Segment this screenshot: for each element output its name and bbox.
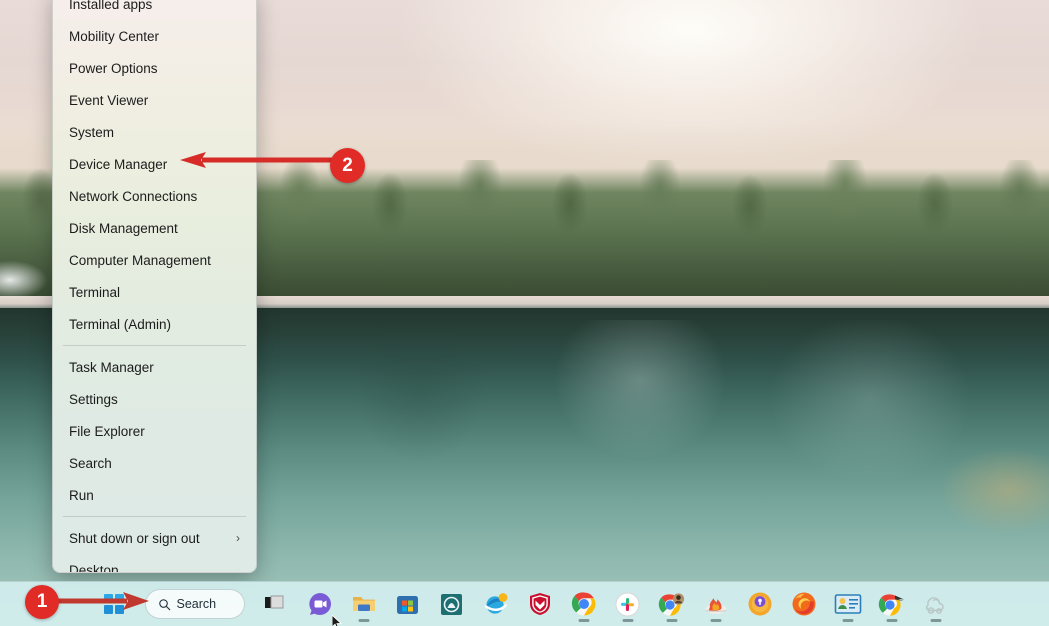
menu-item-label: Run [69, 487, 94, 503]
menu-item-settings[interactable]: Settings [53, 383, 256, 415]
password-manager-button[interactable] [741, 585, 779, 623]
menu-item-mobility-center[interactable]: Mobility Center [53, 20, 256, 52]
internet-explorer-button[interactable] [477, 585, 515, 623]
menu-item-system[interactable]: System [53, 116, 256, 148]
taskbar-items: Search [95, 582, 955, 626]
wallpaper-snow-bank [0, 250, 60, 310]
annotation-badge-1-label: 1 [36, 591, 48, 612]
winx-menu-list: Installed apps Mobility Center Power Optio… [53, 0, 256, 573]
menu-item-label: Search [69, 455, 112, 471]
menu-item-label: Terminal (Admin) [69, 316, 172, 332]
chevron-right-icon: › [236, 531, 240, 545]
menu-item-label: Disk Management [69, 220, 178, 236]
microsoft-store-icon [395, 592, 420, 617]
mouse-pointer [331, 613, 344, 626]
task-view-icon [264, 593, 288, 615]
menu-item-label: System [69, 124, 115, 140]
wallpaper-grass-patch [889, 430, 1049, 550]
menu-item-event-viewer[interactable]: Event Viewer [53, 84, 256, 116]
menu-separator [63, 345, 246, 346]
firefox-nightly-icon [703, 592, 729, 617]
search-input[interactable]: Search [144, 589, 245, 619]
app-dark-teal-button[interactable] [433, 585, 471, 623]
remote-desktop-button[interactable] [829, 585, 867, 623]
menu-item-terminal[interactable]: Terminal [53, 276, 256, 308]
file-explorer-button[interactable] [345, 585, 383, 623]
chrome-beta-button[interactable] [873, 585, 911, 623]
slack-button[interactable] [609, 585, 647, 623]
slack-icon [615, 592, 640, 617]
menu-item-label: File Explorer [69, 423, 145, 439]
remote-desktop-icon [834, 593, 862, 616]
desktop[interactable]: Installed apps Mobility Center Power Optio… [0, 0, 1049, 626]
menu-separator [63, 516, 246, 517]
winx-quick-link-menu[interactable]: Installed apps Mobility Center Power Optio… [52, 0, 257, 573]
menu-item-label: Desktop [69, 562, 119, 573]
teams-chat-icon [307, 591, 333, 617]
chrome-button[interactable] [565, 585, 603, 623]
annotation-badge-1: 1 [25, 585, 59, 619]
chrome-icon [571, 591, 597, 617]
firefox-icon [791, 591, 817, 617]
sketch-app-icon [923, 592, 949, 616]
mcafee-shield-icon [528, 591, 552, 617]
file-explorer-icon [351, 592, 377, 616]
menu-item-label: Computer Management [69, 252, 211, 268]
firefox-nightly-button[interactable] [697, 585, 735, 623]
menu-item-label: Network Connections [69, 188, 198, 204]
menu-item-run[interactable]: Run [53, 479, 256, 511]
annotation-arrow-1 [57, 592, 149, 615]
menu-item-file-explorer[interactable]: File Explorer [53, 415, 256, 447]
mcafee-button[interactable] [521, 585, 559, 623]
search-label: Search [176, 597, 217, 611]
chrome-beta-icon [878, 592, 905, 617]
microsoft-store-button[interactable] [389, 585, 427, 623]
firefox-button[interactable] [785, 585, 823, 623]
menu-item-shut-down-or-sign-out[interactable]: Shut down or sign out › [53, 522, 256, 554]
search-icon [158, 598, 171, 611]
menu-item-label: Event Viewer [69, 92, 149, 108]
taskbar[interactable]: Search [0, 581, 1049, 626]
annotation-badge-2-label: 2 [342, 154, 353, 176]
menu-item-installed-apps[interactable]: Installed apps [53, 0, 256, 20]
menu-item-label: Terminal [69, 284, 121, 300]
menu-item-label: Shut down or sign out [69, 530, 200, 546]
menu-item-disk-management[interactable]: Disk Management [53, 212, 256, 244]
sketch-app-button[interactable] [917, 585, 955, 623]
menu-item-search[interactable]: Search [53, 447, 256, 479]
internet-explorer-icon [483, 591, 509, 617]
task-view-button[interactable] [257, 585, 295, 623]
menu-item-power-options[interactable]: Power Options [53, 52, 256, 84]
menu-item-label: Task Manager [69, 359, 154, 375]
menu-item-label: Installed apps [69, 0, 153, 12]
app-dark-teal-icon [439, 592, 464, 617]
menu-item-network-connections[interactable]: Network Connections [53, 180, 256, 212]
menu-item-terminal-admin[interactable]: Terminal (Admin) [53, 308, 256, 340]
password-manager-icon [747, 591, 773, 617]
chrome-profile-button[interactable] [653, 585, 691, 623]
menu-item-label: Power Options [69, 60, 158, 76]
chrome-profile-icon [658, 592, 685, 617]
menu-item-label: Settings [69, 391, 118, 407]
menu-item-desktop[interactable]: Desktop [53, 554, 256, 573]
menu-item-computer-management[interactable]: Computer Management [53, 244, 256, 276]
menu-item-task-manager[interactable]: Task Manager [53, 351, 256, 383]
menu-item-label: Mobility Center [69, 28, 160, 44]
annotation-badge-2: 2 [330, 148, 365, 183]
annotation-arrow-2 [180, 152, 332, 173]
